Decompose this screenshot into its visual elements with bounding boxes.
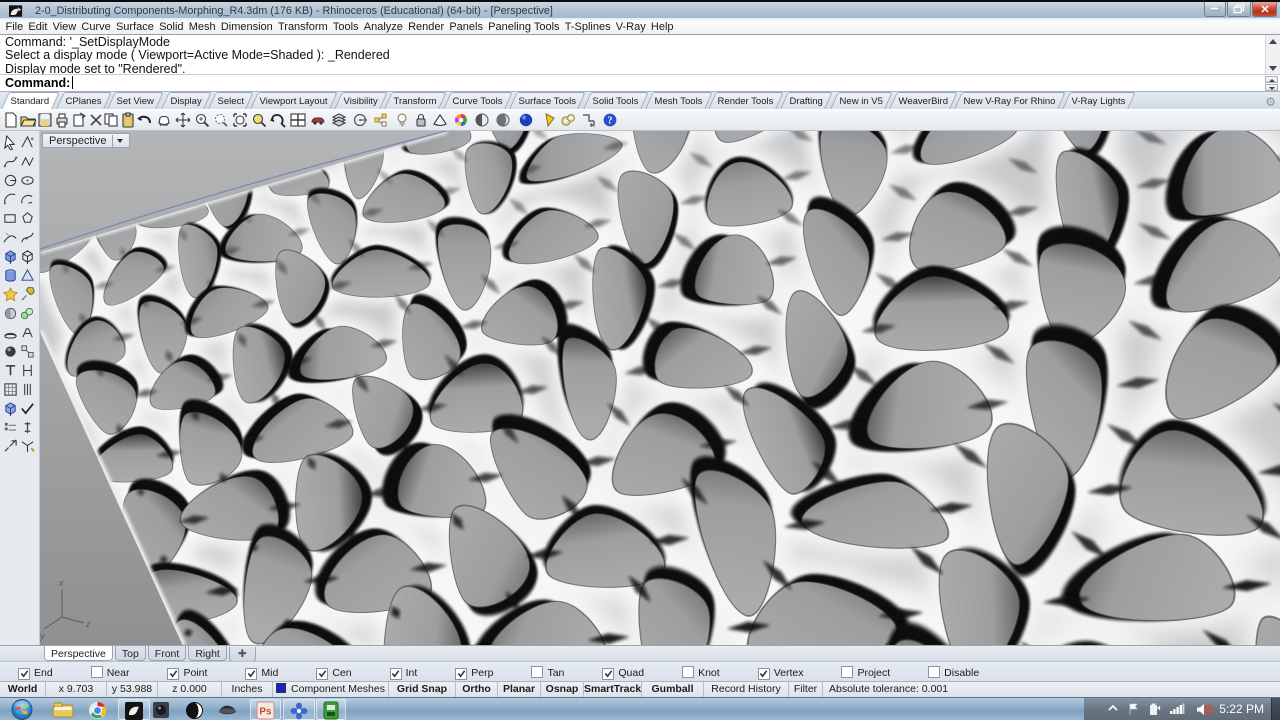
- svg-text:z: z: [85, 619, 91, 629]
- svg-text:y: y: [40, 631, 45, 641]
- svg-text:x: x: [58, 578, 64, 588]
- svg-text:1..: 1..: [590, 123, 596, 128]
- svg-text:Ps: Ps: [259, 707, 272, 718]
- svg-text:?: ?: [608, 116, 613, 127]
